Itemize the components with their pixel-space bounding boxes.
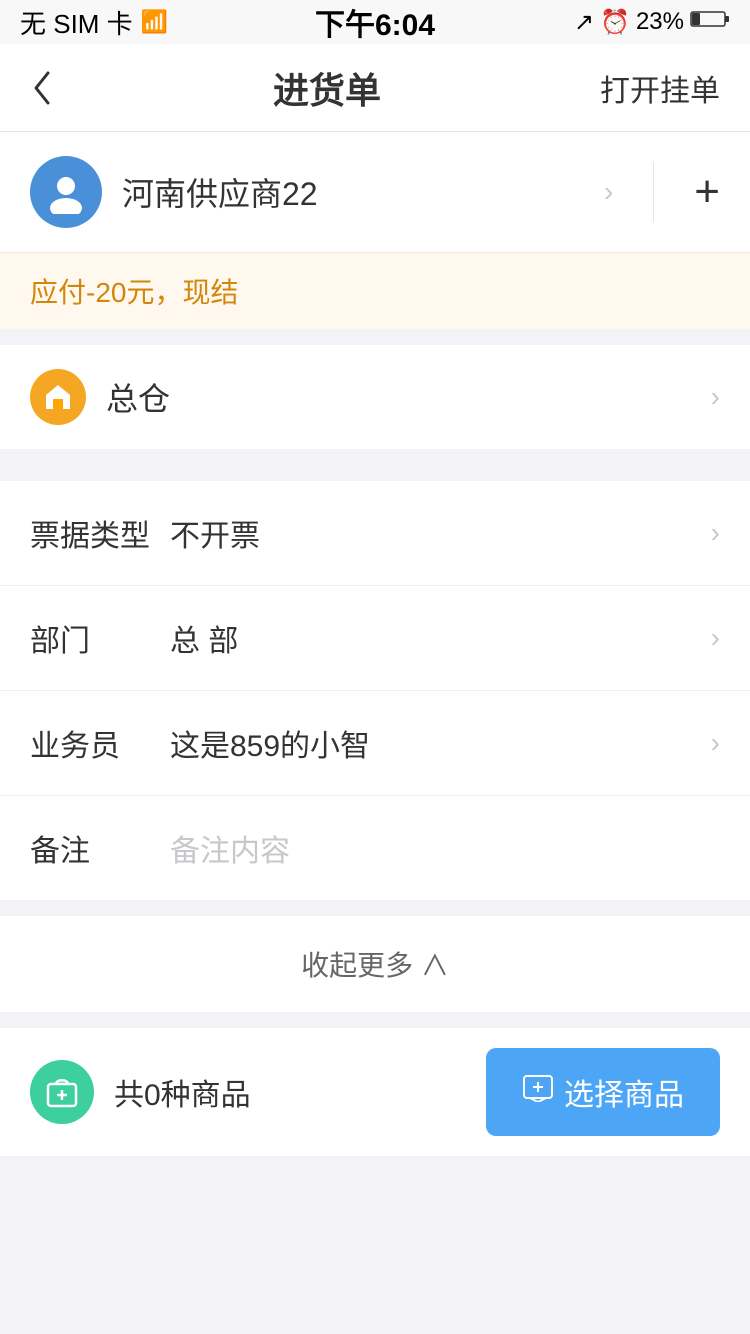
department-label: 部门 [30, 616, 150, 660]
select-icon [522, 1074, 554, 1110]
select-product-label: 选择商品 [564, 1070, 684, 1114]
nav-bar: 进货单 打开挂单 [0, 44, 750, 132]
time-display: 下午6:04 [315, 0, 435, 44]
wifi-icon: 📶 [141, 9, 168, 35]
gap-1 [0, 329, 750, 345]
bottom-bar: 共0种商品 选择商品 [0, 1028, 750, 1156]
supplier-row[interactable]: 河南供应商22 › + [0, 132, 750, 252]
product-count-label: 共0种商品 [114, 1070, 486, 1114]
supplier-chevron-icon: › [604, 176, 613, 208]
invoice-type-chevron-icon: › [711, 517, 720, 549]
battery-text: 23% [636, 8, 684, 36]
warehouse-section: 总仓 › [0, 345, 750, 449]
notice-text: 应付-20元，现结 [30, 277, 238, 308]
supplier-section: 河南供应商22 › + 应付-20元，现结 [0, 132, 750, 329]
vertical-divider [653, 162, 654, 222]
remark-label: 备注 [30, 826, 150, 870]
page-title: 进货单 [273, 62, 381, 114]
department-chevron-icon: › [711, 622, 720, 654]
select-product-button[interactable]: 选择商品 [486, 1048, 720, 1136]
status-bar: 无 SIM 卡 📶 下午6:04 ↗ ⏰ 23% [0, 0, 750, 44]
supplier-row-right: › + [604, 162, 720, 222]
warehouse-icon [30, 369, 86, 425]
collapse-button[interactable]: 收起更多 ∧ [0, 916, 750, 1012]
notice-bar: 应付-20元，现结 [0, 252, 750, 329]
status-right: ↗ ⏰ 23% [574, 8, 730, 37]
collapse-label: 收起更多 ∧ [301, 944, 449, 984]
collapse-section: 收起更多 ∧ [0, 916, 750, 1012]
salesperson-value: 这是859的小智 [150, 721, 711, 765]
salesperson-label: 业务员 [30, 721, 150, 765]
carrier-text: 无 SIM 卡 [20, 4, 133, 41]
invoice-type-value: 不开票 [150, 511, 711, 555]
remark-value: 备注内容 [150, 826, 720, 870]
supplier-avatar [30, 156, 102, 228]
back-button[interactable] [30, 68, 54, 108]
gap-2 [0, 465, 750, 481]
department-value: 总 部 [150, 616, 711, 660]
status-left: 无 SIM 卡 📶 [20, 4, 168, 41]
alarm-icon: ⏰ [600, 8, 630, 37]
salesperson-chevron-icon: › [711, 727, 720, 759]
product-icon [30, 1060, 94, 1124]
warehouse-row[interactable]: 总仓 › [0, 345, 750, 449]
warehouse-name: 总仓 [106, 374, 711, 420]
salesperson-row[interactable]: 业务员 这是859的小智 › [0, 691, 750, 796]
form-section: 票据类型 不开票 › 部门 总 部 › 业务员 这是859的小智 › 备注 备注… [0, 481, 750, 900]
battery-icon [690, 8, 730, 36]
invoice-type-row[interactable]: 票据类型 不开票 › [0, 481, 750, 586]
department-row[interactable]: 部门 总 部 › [0, 586, 750, 691]
add-supplier-button[interactable]: + [694, 170, 720, 214]
supplier-name: 河南供应商22 [122, 169, 604, 215]
remark-row[interactable]: 备注 备注内容 [0, 796, 750, 900]
invoice-type-label: 票据类型 [30, 511, 150, 555]
location-icon: ↗ [574, 8, 594, 37]
open-pending-button[interactable]: 打开挂单 [600, 66, 720, 110]
warehouse-chevron-icon: › [711, 381, 720, 413]
